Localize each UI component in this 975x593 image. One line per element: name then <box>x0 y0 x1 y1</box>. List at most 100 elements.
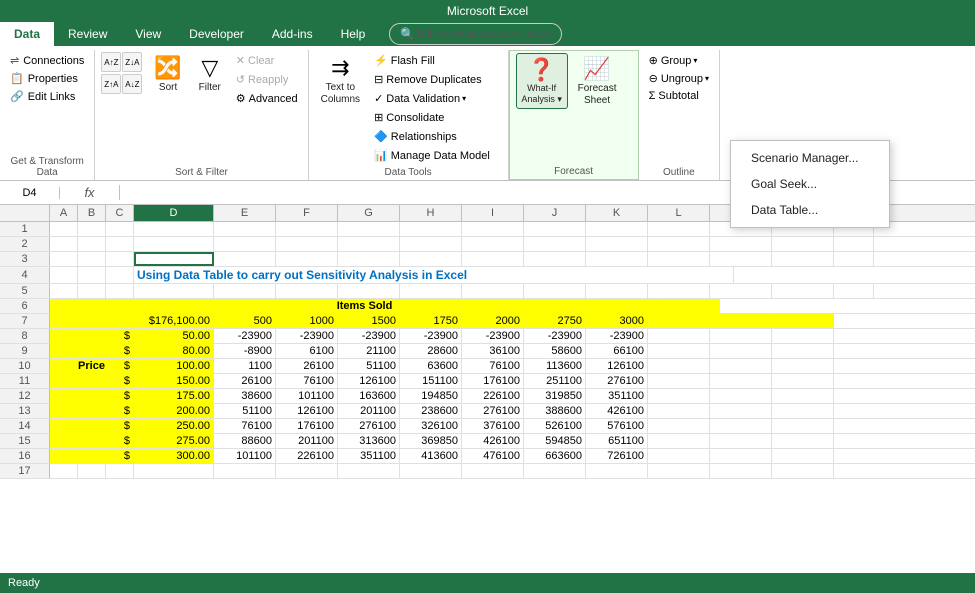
sort-az-icon[interactable]: A↑Z <box>101 52 121 72</box>
col-header-l[interactable]: L <box>648 205 710 221</box>
cell-b1[interactable] <box>78 222 106 236</box>
cell-d3[interactable] <box>134 252 214 266</box>
cell-m2[interactable] <box>710 237 772 251</box>
cell-b3[interactable] <box>78 252 106 266</box>
cell-l10[interactable] <box>648 359 710 373</box>
cell-k1[interactable] <box>586 222 648 236</box>
cell-m6[interactable] <box>596 299 658 313</box>
text-to-columns-button[interactable]: ⇉ Text to Columns <box>315 52 366 109</box>
col-header-g[interactable]: G <box>338 205 400 221</box>
cell-c6[interactable] <box>106 299 134 313</box>
cell-f3[interactable] <box>276 252 338 266</box>
cell-a11[interactable] <box>50 374 78 388</box>
sort-za2-icon[interactable]: A↓Z <box>122 74 142 94</box>
cell-n7[interactable] <box>772 314 834 328</box>
connections-button[interactable]: ⇌ Connections <box>6 52 88 69</box>
col-header-a[interactable]: A <box>50 205 78 221</box>
cell-f5[interactable] <box>276 284 338 298</box>
col-header-e[interactable]: E <box>214 205 276 221</box>
cell-m5[interactable] <box>710 284 772 298</box>
cell-l2[interactable] <box>648 237 710 251</box>
cell-o3[interactable] <box>834 252 874 266</box>
reapply-button[interactable]: ↺ Reapply <box>232 71 302 88</box>
cell-n14[interactable] <box>772 419 834 433</box>
cell-a1[interactable] <box>50 222 78 236</box>
cell-l1[interactable] <box>648 222 710 236</box>
cell-n9[interactable] <box>772 344 834 358</box>
cell-a14[interactable] <box>50 419 78 433</box>
cell-m15[interactable] <box>710 434 772 448</box>
cell-l15[interactable] <box>648 434 710 448</box>
cell-a2[interactable] <box>50 237 78 251</box>
data-table-item[interactable]: Data Table... <box>731 197 889 223</box>
cell-m8[interactable] <box>710 329 772 343</box>
cell-b12[interactable] <box>78 389 106 403</box>
cell-k2[interactable] <box>586 237 648 251</box>
goal-seek-item[interactable]: Goal Seek... <box>731 171 889 197</box>
cell-m9[interactable] <box>710 344 772 358</box>
clear-button[interactable]: ✕ Clear <box>232 52 302 69</box>
cell-f1[interactable] <box>276 222 338 236</box>
cell-n16[interactable] <box>772 449 834 463</box>
cell-g1[interactable] <box>338 222 400 236</box>
cell-f17[interactable] <box>276 464 338 478</box>
cell-k17[interactable] <box>586 464 648 478</box>
properties-button[interactable]: 📋 Properties <box>6 70 82 87</box>
cell-b2[interactable] <box>78 237 106 251</box>
edit-links-button[interactable]: 🔗 Edit Links <box>6 88 79 105</box>
col-header-c[interactable]: C <box>106 205 134 221</box>
cell-a7[interactable] <box>50 314 78 328</box>
cell-l9[interactable] <box>648 344 710 358</box>
cell-l12[interactable] <box>648 389 710 403</box>
cell-b9[interactable] <box>78 344 106 358</box>
cell-n11[interactable] <box>772 374 834 388</box>
cell-n15[interactable] <box>772 434 834 448</box>
cell-e1[interactable] <box>214 222 276 236</box>
cell-d5[interactable] <box>134 284 214 298</box>
cell-n3[interactable] <box>772 252 834 266</box>
cell-m17[interactable] <box>710 464 772 478</box>
col-header-h[interactable]: H <box>400 205 462 221</box>
tab-review[interactable]: Review <box>54 22 121 46</box>
cell-i5[interactable] <box>462 284 524 298</box>
cell-h5[interactable] <box>400 284 462 298</box>
cell-j2[interactable] <box>524 237 586 251</box>
cell-i1[interactable] <box>462 222 524 236</box>
cell-c5[interactable] <box>106 284 134 298</box>
cell-a3[interactable] <box>50 252 78 266</box>
cell-n13[interactable] <box>772 404 834 418</box>
cell-l13[interactable] <box>648 404 710 418</box>
cell-k3[interactable] <box>586 252 648 266</box>
cell-a12[interactable] <box>50 389 78 403</box>
cell-m16[interactable] <box>710 449 772 463</box>
cell-a6[interactable] <box>50 299 78 313</box>
consolidate-button[interactable]: ⊞ Consolidate <box>370 109 494 126</box>
col-header-d[interactable]: D <box>134 205 214 221</box>
cell-m11[interactable] <box>710 374 772 388</box>
cell-m13[interactable] <box>710 404 772 418</box>
group-button[interactable]: ⊕ Group ▾ <box>645 52 702 69</box>
col-header-k[interactable]: K <box>586 205 648 221</box>
cell-e2[interactable] <box>214 237 276 251</box>
cell-a4[interactable] <box>50 267 78 283</box>
cell-h1[interactable] <box>400 222 462 236</box>
advanced-button[interactable]: ⚙ Advanced <box>232 90 302 107</box>
cell-m14[interactable] <box>710 419 772 433</box>
cell-h17[interactable] <box>400 464 462 478</box>
cell-c7[interactable] <box>106 314 134 328</box>
cell-g5[interactable] <box>338 284 400 298</box>
forecast-sheet-button[interactable]: 📈 Forecast Sheet <box>572 53 623 110</box>
cell-c3[interactable] <box>106 252 134 266</box>
cell-j1[interactable] <box>524 222 586 236</box>
cell-n17[interactable] <box>772 464 834 478</box>
relationships-button[interactable]: 🔷 Relationships <box>370 128 494 145</box>
cell-a5[interactable] <box>50 284 78 298</box>
cell-g17[interactable] <box>338 464 400 478</box>
cell-k5[interactable] <box>586 284 648 298</box>
flash-fill-button[interactable]: ⚡ Flash Fill <box>370 52 494 69</box>
cell-a17[interactable] <box>50 464 78 478</box>
tell-me-input[interactable]: 🔍 Tell me what you want to do <box>389 23 562 45</box>
col-header-j[interactable]: J <box>524 205 586 221</box>
cell-e3[interactable] <box>214 252 276 266</box>
cell-b13[interactable] <box>78 404 106 418</box>
